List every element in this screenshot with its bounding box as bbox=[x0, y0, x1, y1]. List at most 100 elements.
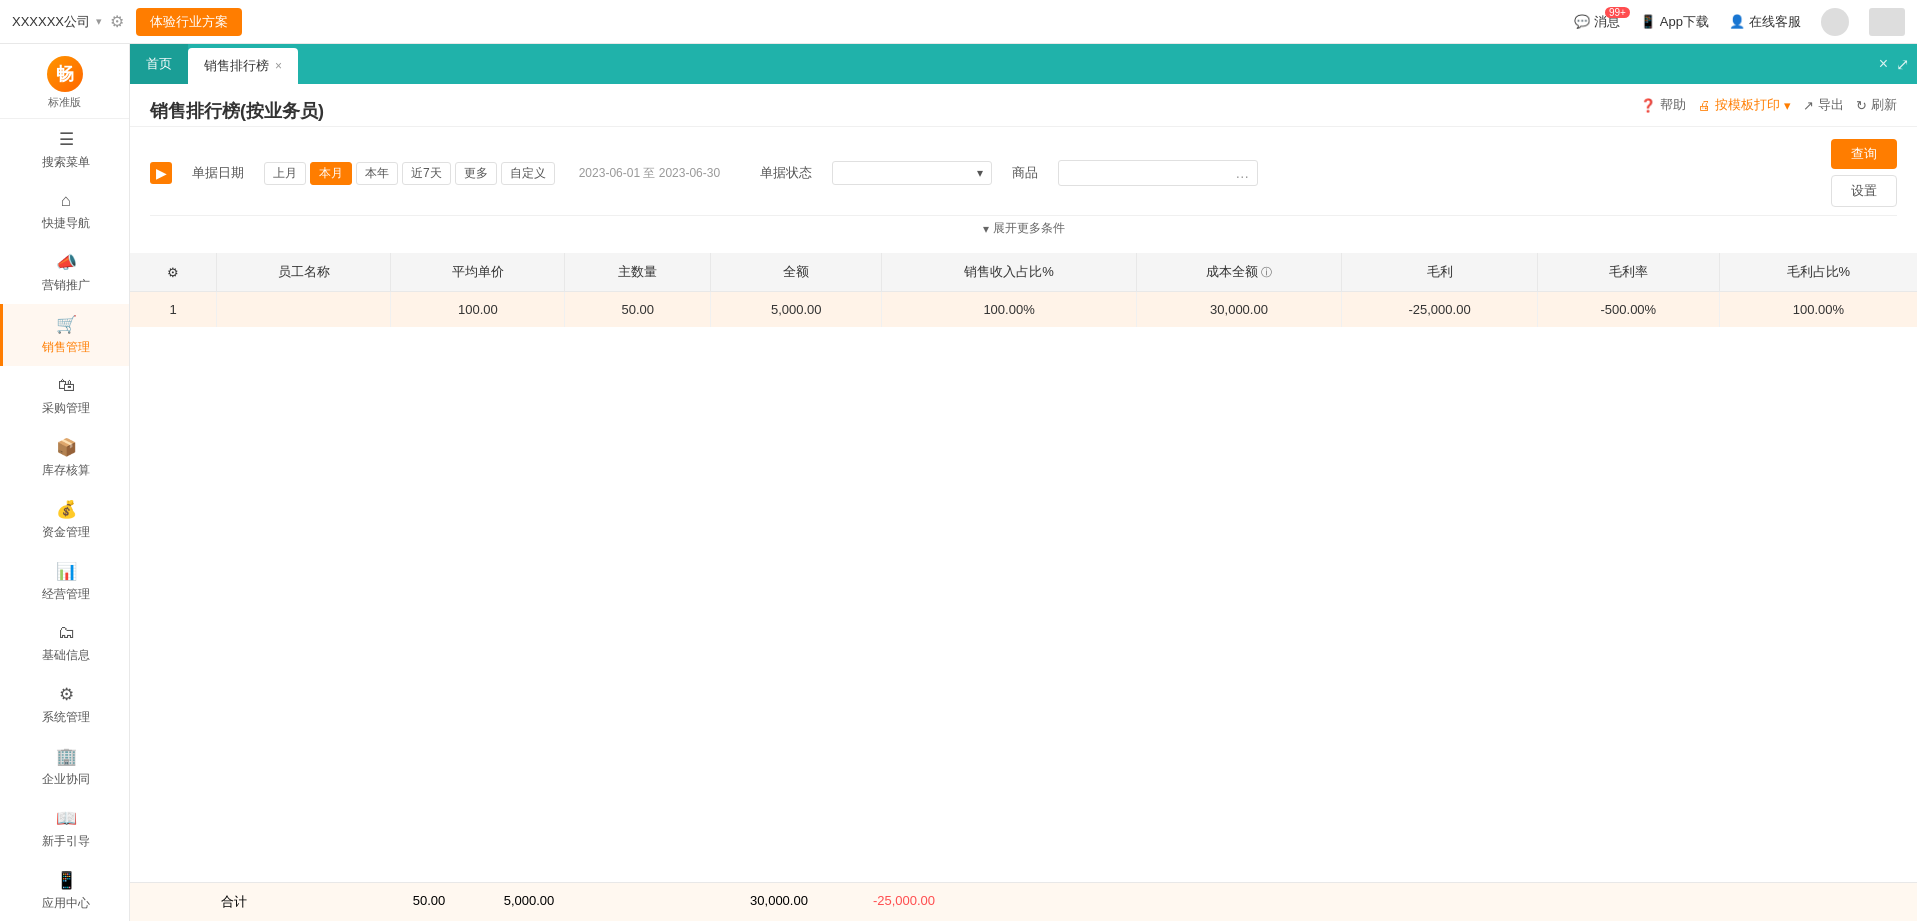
page-content: 销售排行榜(按业务员) ❓ 帮助 🖨 按模板打印 ▾ ↗ 导出 bbox=[130, 84, 1917, 921]
sidebar-label-operations: 经营管理 bbox=[42, 586, 90, 603]
sidebar-item-basic-info[interactable]: 🗂 基础信息 bbox=[0, 613, 129, 674]
refresh-label: 刷新 bbox=[1871, 96, 1897, 114]
footer-cost: 30,000.00 bbox=[714, 893, 844, 911]
sidebar-label-system: 系统管理 bbox=[42, 709, 90, 726]
print-btn[interactable]: 🖨 按模板打印 ▾ bbox=[1698, 96, 1791, 114]
finance-icon: 💰 bbox=[56, 499, 77, 520]
sidebar-item-search[interactable]: ☰ 搜索菜单 bbox=[0, 119, 129, 181]
help-icon: ❓ bbox=[1640, 98, 1656, 113]
company-chevron-icon: ▾ bbox=[96, 15, 102, 28]
sidebar-item-guide[interactable]: 📖 新手引导 bbox=[0, 798, 129, 860]
query-button[interactable]: 查询 bbox=[1831, 139, 1897, 169]
expand-icon: ▾ bbox=[983, 222, 989, 236]
tab-maximize-icon[interactable]: ⤢ bbox=[1896, 55, 1909, 74]
table-row: 1 100.00 50.00 5,000.00 100.00% 30,000.0… bbox=[130, 292, 1917, 328]
cell-rank: 1 bbox=[130, 292, 217, 328]
settings-icon: ⚙ bbox=[167, 265, 179, 280]
app-icon: 📱 bbox=[1640, 14, 1656, 29]
sidebar-item-app-center[interactable]: 📱 应用中心 bbox=[0, 860, 129, 921]
sidebar-item-enterprise[interactable]: 🏢 企业协同 bbox=[0, 736, 129, 798]
sidebar-logo: 畅 标准版 bbox=[0, 44, 129, 119]
content-area: 首页 销售排行榜 × × ⤢ 销售排行榜(按业务员) ❓ 帮助 bbox=[130, 44, 1917, 921]
sidebar-item-operations[interactable]: 📊 经营管理 bbox=[0, 551, 129, 613]
date-range-display: 2023-06-01 至 2023-06-30 bbox=[579, 165, 720, 182]
sidebar-label-basic: 基础信息 bbox=[42, 647, 90, 664]
tab-sales-ranking[interactable]: 销售排行榜 × bbox=[188, 48, 298, 84]
print-label: 按模板打印 bbox=[1715, 96, 1780, 114]
message-btn[interactable]: 💬 消息 99+ bbox=[1574, 13, 1620, 31]
data-table: ⚙ 员工名称 平均单价 主数量 全额 销售收入占比% 成本全额 ⓘ 毛利 毛利率… bbox=[130, 253, 1917, 327]
filter-area: ▶ 单据日期 上月 本月 本年 近7天 更多 自定义 2023-06-01 至 … bbox=[130, 127, 1917, 253]
sidebar-label-search: 搜索菜单 bbox=[42, 154, 90, 171]
col-sales-pct: 销售收入占比% bbox=[882, 253, 1137, 292]
sidebar-item-quick-nav[interactable]: ⌂ 快捷导航 bbox=[0, 181, 129, 242]
main-layout: 畅 标准版 ☰ 搜索菜单 ⌂ 快捷导航 📣 营销推广 🛒 销售管理 🛍 采购管理… bbox=[0, 44, 1917, 921]
status-filter-select[interactable]: ▾ bbox=[832, 161, 992, 185]
user-avatar[interactable] bbox=[1821, 8, 1849, 36]
date-year-btn[interactable]: 本年 bbox=[356, 162, 398, 185]
top-bar: XXXXXX公司 ▾ ⚙ 体验行业方案 💬 消息 99+ 📱 App下载 👤 在… bbox=[0, 0, 1917, 44]
goods-ellipsis-icon[interactable]: … bbox=[1235, 165, 1249, 181]
filter-row: ▶ 单据日期 上月 本月 本年 近7天 更多 自定义 2023-06-01 至 … bbox=[150, 139, 1897, 207]
message-badge: 99+ bbox=[1605, 7, 1630, 18]
filter-collapse-btn[interactable]: ▶ bbox=[150, 162, 172, 184]
date-cur-month-btn[interactable]: 本月 bbox=[310, 162, 352, 185]
date-7days-btn[interactable]: 近7天 bbox=[402, 162, 451, 185]
cell-sales-pct: 100.00% bbox=[882, 292, 1137, 328]
refresh-icon: ↻ bbox=[1856, 98, 1867, 113]
top-right-actions: 💬 消息 99+ 📱 App下载 👤 在线客服 bbox=[1574, 8, 1905, 36]
cell-amount: 5,000.00 bbox=[711, 292, 882, 328]
sidebar-label-app: 应用中心 bbox=[42, 895, 90, 912]
help-btn[interactable]: ❓ 帮助 bbox=[1640, 96, 1686, 114]
sidebar-item-system[interactable]: ⚙ 系统管理 bbox=[0, 674, 129, 736]
cell-gross-rate: -500.00% bbox=[1537, 292, 1719, 328]
logo-subtitle: 标准版 bbox=[48, 95, 81, 110]
table-header-row: ⚙ 员工名称 平均单价 主数量 全额 销售收入占比% 成本全额 ⓘ 毛利 毛利率… bbox=[130, 253, 1917, 292]
goods-filter-input[interactable]: … bbox=[1058, 160, 1258, 186]
cell-gross-pct: 100.00% bbox=[1719, 292, 1917, 328]
app-center-icon: 📱 bbox=[56, 870, 77, 891]
page-header-actions: ❓ 帮助 🖨 按模板打印 ▾ ↗ 导出 ↻ 刷新 bbox=[1640, 96, 1897, 126]
sidebar-label-guide: 新手引导 bbox=[42, 833, 90, 850]
col-avg-price: 平均单价 bbox=[391, 253, 565, 292]
topbar-gear-icon[interactable]: ⚙ bbox=[110, 12, 124, 31]
col-settings[interactable]: ⚙ bbox=[130, 253, 217, 292]
sidebar-item-inventory[interactable]: 📦 库存核算 bbox=[0, 427, 129, 489]
page-title: 销售排行榜(按业务员) bbox=[150, 99, 324, 123]
col-name: 员工名称 bbox=[217, 253, 391, 292]
refresh-btn[interactable]: ↻ 刷新 bbox=[1856, 96, 1897, 114]
message-icon: 💬 bbox=[1574, 14, 1590, 29]
sidebar-label-sales: 销售管理 bbox=[42, 339, 90, 356]
tab-bar: 首页 销售排行榜 × × ⤢ bbox=[130, 44, 1917, 84]
trial-button[interactable]: 体验行业方案 bbox=[136, 8, 242, 36]
company-name: XXXXXX公司 bbox=[12, 13, 90, 31]
user-name-btn[interactable] bbox=[1869, 8, 1905, 36]
sidebar-item-sales[interactable]: 🛒 销售管理 bbox=[0, 304, 129, 366]
search-menu-icon: ☰ bbox=[59, 129, 74, 150]
sidebar-item-finance[interactable]: 💰 资金管理 bbox=[0, 489, 129, 551]
tab-minimize-icon[interactable]: × bbox=[1879, 55, 1888, 73]
expand-label: 展开更多条件 bbox=[993, 220, 1065, 237]
company-selector[interactable]: XXXXXX公司 ▾ bbox=[12, 13, 102, 31]
sidebar-item-marketing[interactable]: 📣 营销推广 bbox=[0, 242, 129, 304]
date-filter-label: 单据日期 bbox=[192, 164, 244, 182]
export-btn[interactable]: ↗ 导出 bbox=[1803, 96, 1844, 114]
sidebar-item-purchase[interactable]: 🛍 采购管理 bbox=[0, 366, 129, 427]
settings-button[interactable]: 设置 bbox=[1831, 175, 1897, 207]
marketing-icon: 📣 bbox=[56, 252, 77, 273]
cell-avg-price: 100.00 bbox=[391, 292, 565, 328]
sidebar: 畅 标准版 ☰ 搜索菜单 ⌂ 快捷导航 📣 营销推广 🛒 销售管理 🛍 采购管理… bbox=[0, 44, 130, 921]
date-custom-btn[interactable]: 自定义 bbox=[501, 162, 555, 185]
app-download-btn[interactable]: 📱 App下载 bbox=[1640, 13, 1709, 31]
date-more-btn[interactable]: 更多 bbox=[455, 162, 497, 185]
online-service-btn[interactable]: 👤 在线客服 bbox=[1729, 13, 1801, 31]
footer-amount: 5,000.00 bbox=[474, 893, 584, 911]
col-gross-rate: 毛利率 bbox=[1537, 253, 1719, 292]
table-footer: 合计 50.00 5,000.00 30,000.00 -25,000.00 bbox=[130, 882, 1917, 921]
tab-close-icon[interactable]: × bbox=[275, 59, 282, 73]
tab-home[interactable]: 首页 bbox=[130, 44, 188, 84]
date-prev-month-btn[interactable]: 上月 bbox=[264, 162, 306, 185]
expand-conditions-btn[interactable]: ▾ 展开更多条件 bbox=[150, 215, 1897, 241]
date-filter-buttons: 上月 本月 本年 近7天 更多 自定义 bbox=[264, 162, 555, 185]
active-tab-label: 销售排行榜 bbox=[204, 57, 269, 75]
